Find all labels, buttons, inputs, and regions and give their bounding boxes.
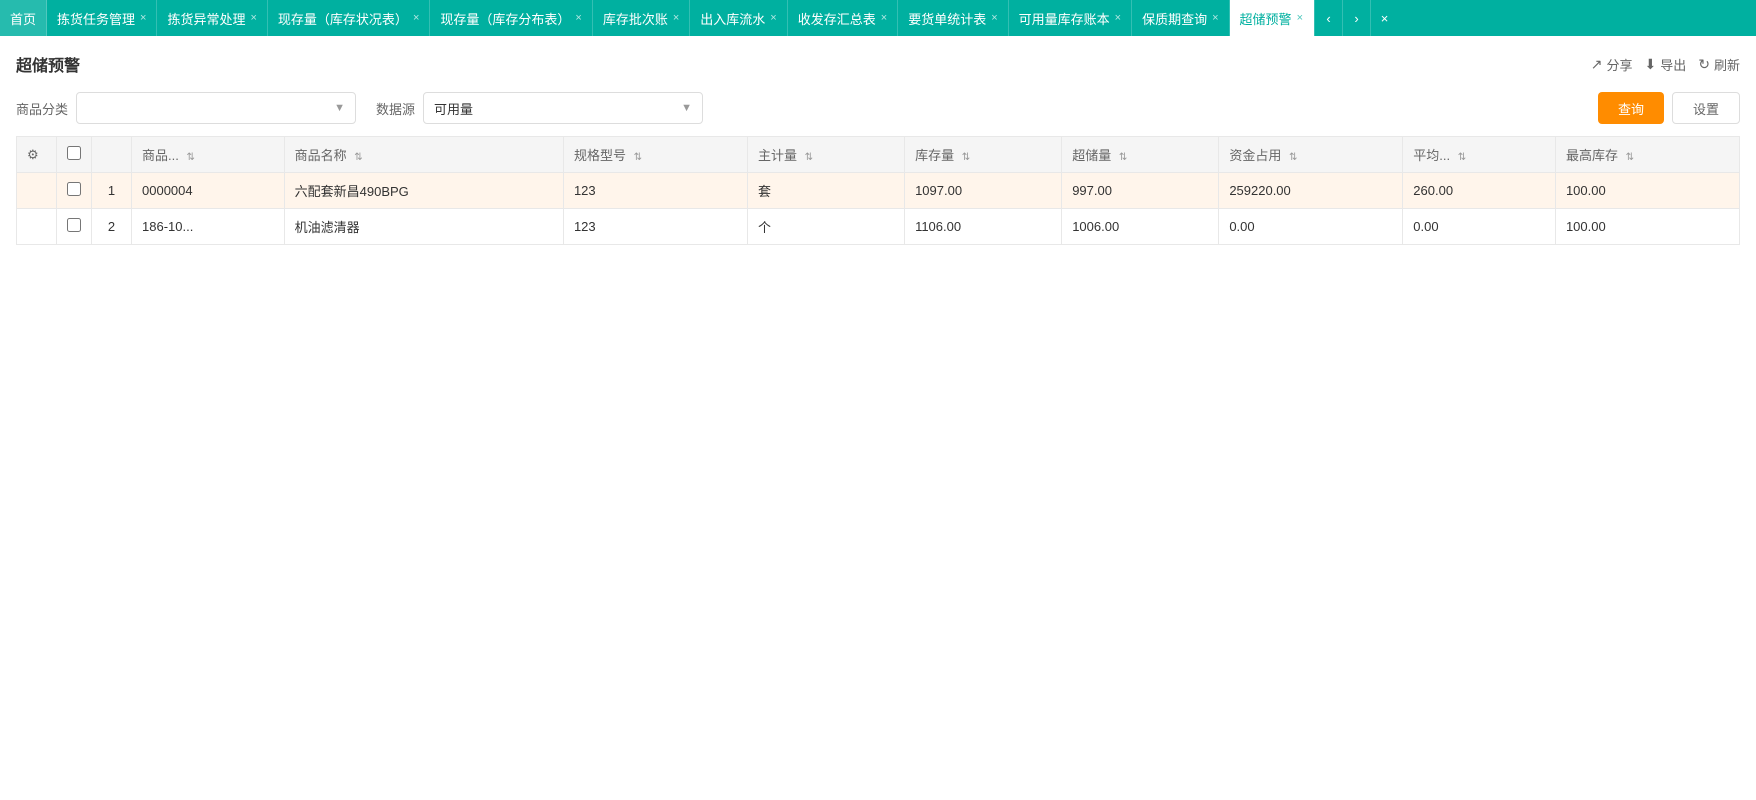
select-all-checkbox[interactable] [67,146,81,160]
sort-icon: ⇅ [1289,152,1297,163]
row-number: 1 [92,173,132,209]
row-avg: 260.00 [1403,173,1556,209]
column-spec[interactable]: 规格型号 ⇅ [563,137,747,173]
nav-item-expiry[interactable]: 保质期查询 × [1132,0,1229,36]
row-product-code: 186-10... [132,209,285,245]
row-overflow: 1006.00 [1062,209,1219,245]
chevron-down-icon: ▼ [681,102,692,114]
filter-row: 商品分类 ▼ 数据源 可用量 ▼ 查询 设置 [16,92,1740,124]
filter-buttons: 查询 设置 [1598,92,1740,124]
row-avg: 0.00 [1403,209,1556,245]
page-content: 超储预警 ↗ 分享 ⬇ 导出 ↻ 刷新 商品分类 ▼ 数据源 [0,36,1756,800]
chevron-down-icon: ▼ [334,102,345,114]
row-select-checkbox[interactable] [67,218,81,232]
row-product-code: 0000004 [132,173,285,209]
nav-item-available[interactable]: 可用量库存账本 × [1009,0,1132,36]
page-header: 超储预警 ↗ 分享 ⬇ 导出 ↻ 刷新 [16,52,1740,76]
row-max-stock: 100.00 [1555,173,1739,209]
header-actions: ↗ 分享 ⬇ 导出 ↻ 刷新 [1591,55,1740,74]
refresh-icon: ↻ [1698,56,1710,73]
nav-item-stock-dist[interactable]: 现存量（库存分布表） × [430,0,592,36]
nav-item-task-mgmt[interactable]: 拣货任务管理 × [47,0,157,36]
column-overflow[interactable]: 超储量 ⇅ [1062,137,1219,173]
nav-item-flow[interactable]: 出入库流水 × [690,0,787,36]
row-checkbox[interactable] [57,209,92,245]
category-dropdown[interactable]: ▼ [76,92,356,124]
row-capital: 259220.00 [1219,173,1403,209]
column-select-all[interactable] [57,137,92,173]
column-stock[interactable]: 库存量 ⇅ [905,137,1062,173]
export-icon: ⬇ [1645,56,1657,73]
column-product-code[interactable]: 商品... ⇅ [132,137,285,173]
close-icon[interactable]: × [140,12,146,24]
column-capital[interactable]: 资金占用 ⇅ [1219,137,1403,173]
row-unit: 套 [747,173,904,209]
close-icon[interactable]: × [250,12,256,24]
close-icon[interactable]: × [1212,12,1218,24]
row-number: 2 [92,209,132,245]
data-table: ⚙ 商品... ⇅ 商品名称 ⇅ 规格型号 ⇅ 主计量 [16,136,1740,245]
close-icon[interactable]: × [1297,12,1303,24]
nav-item-exception[interactable]: 拣货异常处理 × [157,0,267,36]
sort-icon: ⇅ [805,152,813,163]
table-row: 2 186-10... 机油滤清器 123 个 1106.00 1006.00 … [17,209,1740,245]
export-button[interactable]: ⬇ 导出 [1645,55,1687,74]
row-unit: 个 [747,209,904,245]
page-title: 超储预警 [16,52,80,76]
row-spec: 123 [563,173,747,209]
close-icon[interactable]: × [673,12,679,24]
query-button[interactable]: 查询 [1598,92,1664,124]
nav-scroll-right[interactable]: › [1342,0,1370,36]
table-row: 1 0000004 六配套新昌490BPG 123 套 1097.00 997.… [17,173,1740,209]
nav-item-batch[interactable]: 库存批次账 × [593,0,690,36]
sort-icon: ⇅ [962,152,970,163]
row-spec: 123 [563,209,747,245]
row-gear[interactable] [17,209,57,245]
column-avg[interactable]: 平均... ⇅ [1403,137,1556,173]
column-max-stock[interactable]: 最高库存 ⇅ [1555,137,1739,173]
row-product-name: 机油滤清器 [284,209,563,245]
sort-icon: ⇅ [1458,152,1466,163]
close-icon[interactable]: × [881,12,887,24]
row-stock: 1097.00 [905,173,1062,209]
refresh-button[interactable]: ↻ 刷新 [1698,55,1740,74]
close-icon[interactable]: × [575,12,581,24]
share-icon: ↗ [1591,56,1603,73]
close-icon[interactable]: × [770,12,776,24]
top-navigation: 首页 拣货任务管理 × 拣货异常处理 × 现存量（库存状况表） × 现存量（库存… [0,0,1756,36]
row-capital: 0.00 [1219,209,1403,245]
sort-icon: ⇅ [186,152,194,163]
share-button[interactable]: ↗ 分享 [1591,55,1633,74]
sort-icon: ⇅ [354,152,362,163]
row-select-checkbox[interactable] [67,182,81,196]
nav-item-overflow[interactable]: 超储预警 × [1230,0,1314,36]
datasource-filter: 数据源 可用量 ▼ [376,92,703,124]
nav-item-summary[interactable]: 收发存汇总表 × [788,0,898,36]
column-settings[interactable]: ⚙ [17,137,57,173]
nav-scroll-close[interactable]: × [1370,0,1398,36]
row-checkbox[interactable] [57,173,92,209]
category-filter: 商品分类 ▼ [16,92,356,124]
sort-icon: ⇅ [1119,152,1127,163]
nav-scroll-left[interactable]: ‹ [1314,0,1342,36]
column-product-name[interactable]: 商品名称 ⇅ [284,137,563,173]
row-gear[interactable] [17,173,57,209]
table-header-row: ⚙ 商品... ⇅ 商品名称 ⇅ 规格型号 ⇅ 主计量 [17,137,1740,173]
nav-item-stock-status[interactable]: 现存量（库存状况表） × [268,0,430,36]
column-no [92,137,132,173]
close-icon[interactable]: × [413,12,419,24]
nav-item-home[interactable]: 首页 [0,0,47,36]
sort-icon: ⇅ [1626,152,1634,163]
row-stock: 1106.00 [905,209,1062,245]
row-overflow: 997.00 [1062,173,1219,209]
sort-icon: ⇅ [634,152,642,163]
nav-item-requisition[interactable]: 要货单统计表 × [898,0,1008,36]
datasource-dropdown[interactable]: 可用量 ▼ [423,92,703,124]
row-product-name: 六配套新昌490BPG [284,173,563,209]
row-max-stock: 100.00 [1555,209,1739,245]
close-icon[interactable]: × [1115,12,1121,24]
settings-button[interactable]: 设置 [1672,92,1740,124]
close-icon[interactable]: × [991,12,997,24]
column-unit[interactable]: 主计量 ⇅ [747,137,904,173]
